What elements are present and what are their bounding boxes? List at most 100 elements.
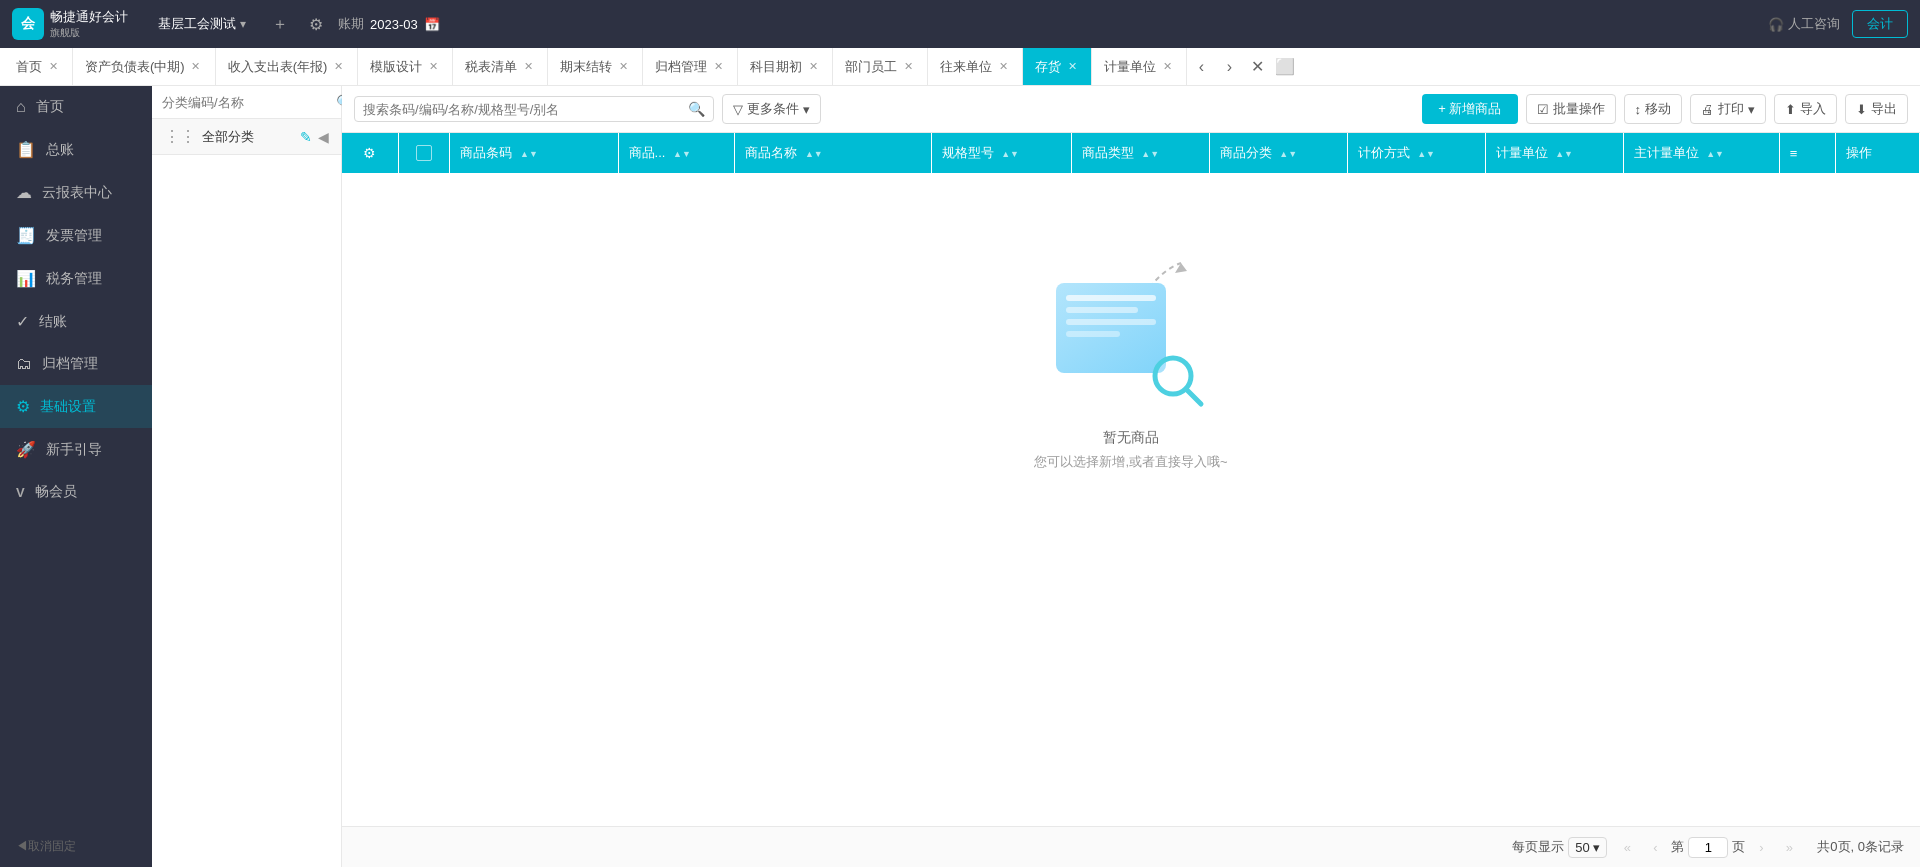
unit-sort-icon[interactable]: ▲▼ [1555, 149, 1573, 159]
spec-sort-icon[interactable]: ▲▼ [1001, 149, 1019, 159]
sidebar-item-member[interactable]: V 畅会员 [0, 471, 152, 513]
sidebar-item-general-ledger[interactable]: 📋 总账 [0, 128, 152, 171]
sidebar-item-invoice[interactable]: 🧾 发票管理 [0, 214, 152, 257]
col-checkbox[interactable] [398, 133, 450, 173]
tab-prev-btn[interactable]: ‹ [1187, 53, 1215, 81]
total-records-label: 共0页, 0条记录 [1817, 838, 1904, 856]
more-cols-icon: ≡ [1790, 146, 1798, 161]
sidebar-item-archive[interactable]: 🗂 归档管理 [0, 343, 152, 385]
tab-tax[interactable]: 税表清单 ✕ [453, 48, 548, 86]
tab-partner[interactable]: 往来单位 ✕ [928, 48, 1023, 86]
tab-home[interactable]: 首页 ✕ [4, 48, 73, 86]
sidebar-item-settlement[interactable]: ✓ 结账 [0, 300, 152, 343]
page-size-dropdown[interactable]: 50 ▾ [1568, 837, 1607, 858]
last-page-btn[interactable]: » [1777, 835, 1801, 859]
page-number-input[interactable] [1688, 837, 1728, 858]
name-sort-icon[interactable]: ▲▼ [805, 149, 823, 159]
print-chevron-icon: ▾ [1748, 102, 1755, 117]
tab-balance-close[interactable]: ✕ [189, 60, 203, 74]
sidebar-item-new-guide[interactable]: 🚀 新手引导 [0, 428, 152, 471]
col-category[interactable]: 商品分类 ▲▼ [1209, 133, 1347, 173]
customer-service-btn[interactable]: 🎧 人工咨询 [1768, 15, 1840, 33]
calendar-icon[interactable]: 📅 [424, 17, 440, 32]
tab-template-close[interactable]: ✕ [426, 60, 440, 74]
sidebar-item-tax[interactable]: 📊 税务管理 [0, 257, 152, 300]
sidebar-item-tax-label: 税务管理 [46, 270, 102, 288]
print-button[interactable]: 🖨 打印 ▾ [1690, 94, 1766, 124]
import-button[interactable]: ⬆ 导入 [1774, 94, 1837, 124]
tab-dept-staff-label: 部门员工 [845, 58, 897, 76]
col-barcode[interactable]: 商品条码 ▲▼ [450, 133, 618, 173]
page-prefix-label: 第 [1671, 838, 1684, 856]
sidebar-item-ledger-label: 总账 [46, 141, 74, 159]
tab-subject-init-close[interactable]: ✕ [806, 60, 820, 74]
col-spec-label: 规格型号 [942, 145, 994, 160]
filter-icon: ▽ [733, 102, 743, 117]
tab-dept-staff[interactable]: 部门员工 ✕ [833, 48, 928, 86]
tab-home-close[interactable]: ✕ [46, 60, 60, 74]
col-more[interactable]: ≡ [1779, 133, 1835, 173]
col-main-unit[interactable]: 主计量单位 ▲▼ [1623, 133, 1779, 173]
empty-title: 暂无商品 [1103, 429, 1159, 447]
tab-income-label: 收入支出表(年报) [228, 58, 328, 76]
tab-period-end-close[interactable]: ✕ [616, 60, 630, 74]
content-area: 🔍 ⋮⋮ 全部分类 ✎ ◀ 🔍 ▽ [152, 86, 1920, 867]
barcode-sort-icon[interactable]: ▲▼ [520, 149, 538, 159]
move-button[interactable]: ↕ 移动 [1624, 94, 1683, 124]
tab-archive[interactable]: 归档管理 ✕ [643, 48, 738, 86]
company-selector[interactable]: 基层工会测试 ▾ [150, 11, 254, 37]
tab-unit-close[interactable]: ✕ [1160, 60, 1174, 74]
tab-next-btn[interactable]: › [1215, 53, 1243, 81]
tab-template[interactable]: 模版设计 ✕ [358, 48, 453, 86]
tab-archive-close[interactable]: ✕ [711, 60, 725, 74]
tab-subject-init[interactable]: 科目期初 ✕ [738, 48, 833, 86]
tab-period-end[interactable]: 期末结转 ✕ [548, 48, 643, 86]
price-sort-icon[interactable]: ▲▼ [1417, 149, 1435, 159]
tab-tax-close[interactable]: ✕ [521, 60, 535, 74]
tab-inventory-close[interactable]: ✕ [1065, 60, 1079, 74]
category-collapse-icon[interactable]: ◀ [318, 129, 329, 145]
sidebar-unpin-btn[interactable]: ◀取消固定 [0, 826, 152, 867]
prev-page-btn[interactable]: ‹ [1643, 835, 1667, 859]
add-product-button[interactable]: + 新增商品 [1422, 94, 1517, 124]
category-search-input[interactable] [162, 95, 330, 110]
tab-maximize-btn[interactable]: ⬜ [1271, 53, 1299, 81]
col-code[interactable]: 商品... ▲▼ [618, 133, 735, 173]
tab-dept-staff-close[interactable]: ✕ [901, 60, 915, 74]
sidebar-item-report-center[interactable]: ☁ 云报表中心 [0, 171, 152, 214]
col-price-method[interactable]: 计价方式 ▲▼ [1347, 133, 1485, 173]
col-name[interactable]: 商品名称 ▲▼ [735, 133, 931, 173]
tab-balance[interactable]: 资产负债表(中期) ✕ [73, 48, 216, 86]
type-sort-icon[interactable]: ▲▼ [1141, 149, 1159, 159]
unpin-label: ◀取消固定 [16, 838, 76, 855]
tab-inventory[interactable]: 存货 ✕ [1023, 48, 1092, 86]
tab-income-close[interactable]: ✕ [331, 60, 345, 74]
col-type[interactable]: 商品类型 ▲▼ [1071, 133, 1209, 173]
first-page-btn[interactable]: « [1615, 835, 1639, 859]
filter-button[interactable]: ▽ 更多条件 ▾ [722, 94, 821, 124]
account-button[interactable]: 会计 [1852, 10, 1908, 38]
member-icon: V [16, 485, 25, 500]
col-settings[interactable]: ⚙ [342, 133, 398, 173]
tab-income[interactable]: 收入支出表(年报) ✕ [216, 48, 359, 86]
category-sort-icon[interactable]: ▲▼ [1279, 149, 1297, 159]
add-tab-icon[interactable]: ＋ [266, 10, 294, 38]
batch-ops-button[interactable]: ☑ 批量操作 [1526, 94, 1616, 124]
sidebar-item-basic-settings[interactable]: ⚙ 基础设置 [0, 385, 152, 428]
next-page-btn[interactable]: › [1749, 835, 1773, 859]
category-edit-icon[interactable]: ✎ [300, 129, 312, 145]
export-button[interactable]: ⬇ 导出 [1845, 94, 1908, 124]
product-search-input[interactable] [363, 102, 682, 117]
col-unit[interactable]: 计量单位 ▲▼ [1485, 133, 1623, 173]
category-dots-icon[interactable]: ⋮⋮ [164, 127, 196, 146]
sidebar-item-home[interactable]: ⌂ 首页 [0, 86, 152, 128]
tab-partner-close[interactable]: ✕ [996, 60, 1010, 74]
select-all-checkbox[interactable] [416, 145, 432, 161]
main-unit-sort-icon[interactable]: ▲▼ [1706, 149, 1724, 159]
settings-icon[interactable]: ⚙ [302, 10, 330, 38]
col-spec[interactable]: 规格型号 ▲▼ [931, 133, 1071, 173]
tab-close-all-btn[interactable]: ✕ [1243, 53, 1271, 81]
product-search-icon[interactable]: 🔍 [688, 101, 705, 117]
tab-unit[interactable]: 计量单位 ✕ [1092, 48, 1187, 86]
code-sort-icon[interactable]: ▲▼ [673, 149, 691, 159]
